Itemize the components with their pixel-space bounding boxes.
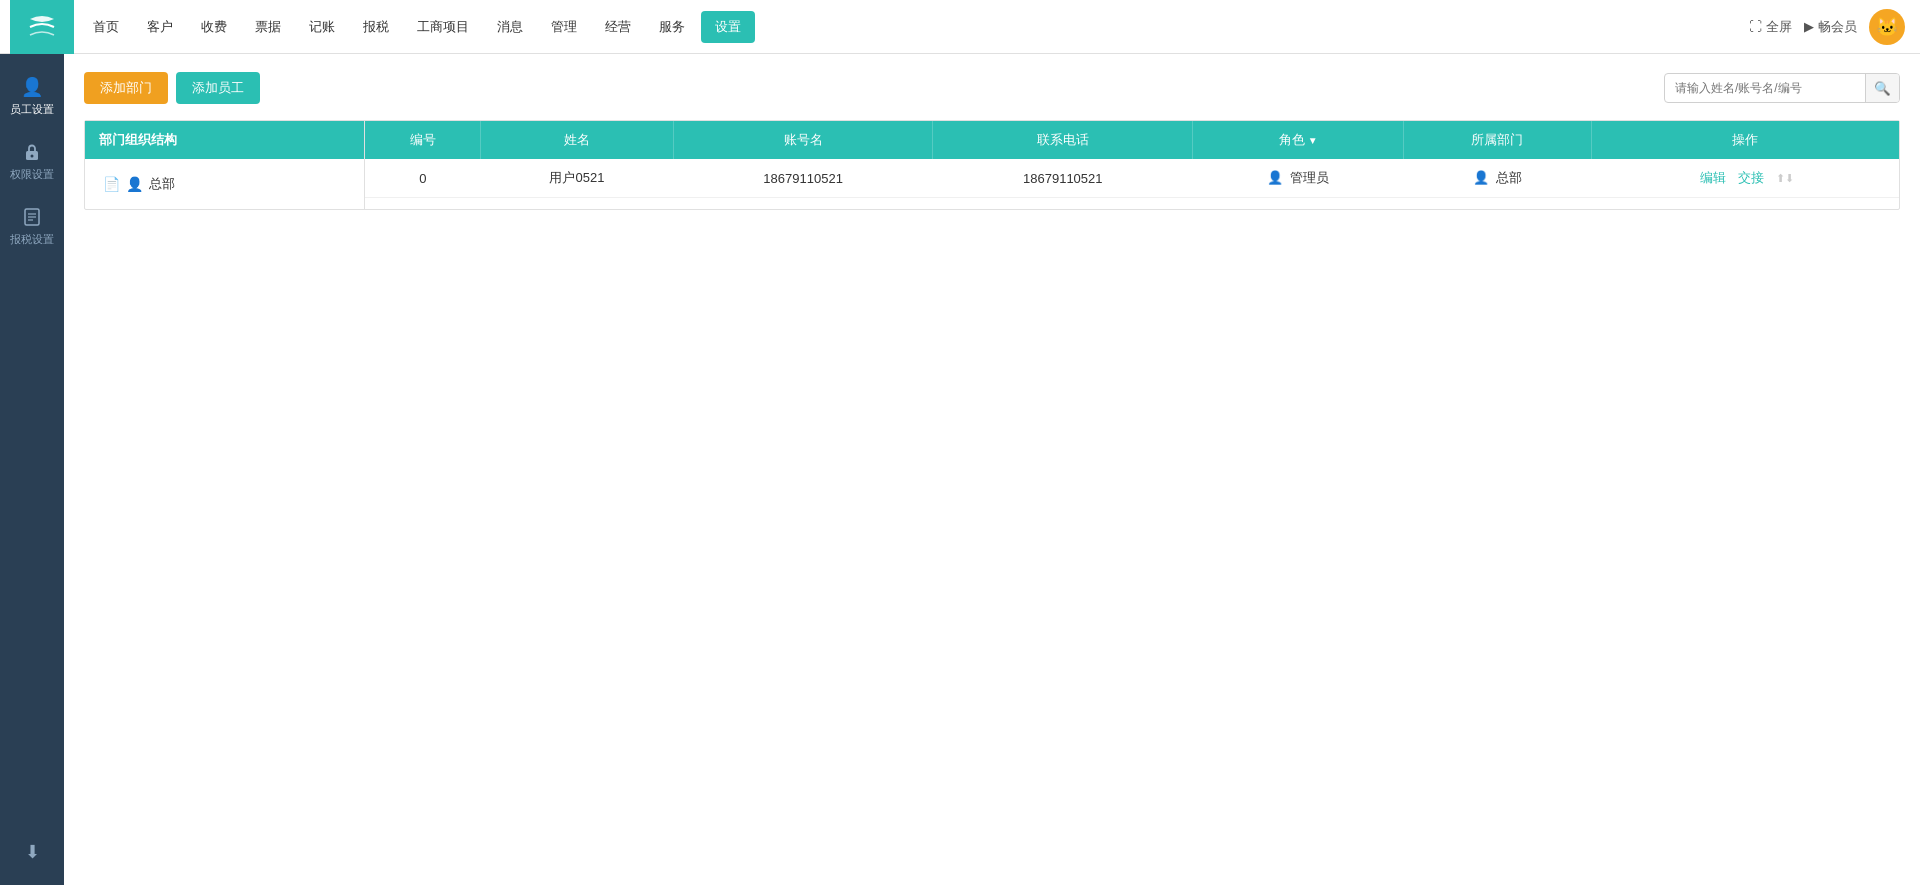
logo <box>10 0 74 54</box>
cell-role: 👤 管理员 <box>1193 159 1404 198</box>
dept-role-icon: 👤 <box>1473 170 1489 185</box>
cell-phone: 18679110521 <box>933 159 1193 198</box>
sidebar-bottom: ⬇ <box>0 829 64 875</box>
sidebar-permission-label: 权限设置 <box>10 167 54 182</box>
member-btn[interactable]: ▶ 畅会员 <box>1804 18 1857 36</box>
dept-tree-body: 📄 👤 总部 <box>85 159 364 209</box>
dept-tree: 部门组织结构 📄 👤 总部 <box>85 121 365 209</box>
col-account: 账号名 <box>673 121 933 159</box>
dept-name-general: 总部 <box>149 175 175 193</box>
table-header-row: 编号 姓名 账号名 联系电话 角色 ▼ 所属部门 操作 <box>365 121 1899 159</box>
top-nav: 首页 客户 收费 票据 记账 报税 工商项目 消息 管理 经营 服务 设置 ⛶ … <box>0 0 1920 54</box>
sidebar-download-btn[interactable]: ⬇ <box>0 829 64 875</box>
col-phone: 联系电话 <box>933 121 1193 159</box>
row-scroll-arrows: ⬆⬇ <box>1776 172 1794 184</box>
table-row: 0 用户0521 18679110521 18679110521 👤 管理员 👤… <box>365 159 1899 198</box>
nav-fee[interactable]: 收费 <box>187 0 241 53</box>
toolbar: 添加部门 添加员工 🔍 <box>84 72 1900 104</box>
nav-settings[interactable]: 设置 <box>701 11 755 43</box>
sidebar-taxsettings-label: 报税设置 <box>10 232 54 247</box>
member-icon: ▶ <box>1804 19 1814 34</box>
add-emp-button[interactable]: 添加员工 <box>176 72 260 104</box>
nav-right: ⛶ 全屏 ▶ 畅会员 🐱 <box>1749 9 1920 45</box>
avatar[interactable]: 🐱 <box>1869 9 1905 45</box>
col-dept: 所属部门 <box>1404 121 1592 159</box>
fullscreen-btn[interactable]: ⛶ 全屏 <box>1749 18 1792 36</box>
cell-id: 0 <box>365 159 481 198</box>
search-icon: 🔍 <box>1874 81 1891 96</box>
sidebar-item-employee[interactable]: 👤 员工设置 <box>0 64 64 129</box>
sidebar: 👤 员工设置 权限设置 报税设置 <box>0 54 64 885</box>
filter-icon: ▼ <box>1308 135 1318 146</box>
search-bar: 🔍 <box>1664 73 1900 103</box>
col-id: 编号 <box>365 121 481 159</box>
nav-tax[interactable]: 报税 <box>349 0 403 53</box>
sidebar-item-taxsettings[interactable]: 报税设置 <box>0 194 64 259</box>
search-input[interactable] <box>1665 81 1865 95</box>
nav-service[interactable]: 服务 <box>645 0 699 53</box>
col-ops: 操作 <box>1591 121 1899 159</box>
dept-user-icon: 👤 <box>126 176 143 192</box>
dept-item-general[interactable]: 📄 👤 总部 <box>99 169 350 199</box>
edit-link[interactable]: 编辑 <box>1700 170 1726 185</box>
col-name: 姓名 <box>481 121 674 159</box>
sidebar-item-permission[interactable]: 权限设置 <box>0 129 64 194</box>
fullscreen-label: 全屏 <box>1766 18 1792 36</box>
content-area: 添加部门 添加员工 🔍 部门组织结构 📄 👤 总部 <box>64 54 1920 885</box>
search-button[interactable]: 🔍 <box>1865 74 1899 102</box>
two-col-layout: 部门组织结构 📄 👤 总部 编号 姓名 账号名 <box>84 120 1900 210</box>
fullscreen-icon: ⛶ <box>1749 19 1762 34</box>
file-icon: 📄 <box>103 176 120 192</box>
nav-accounting[interactable]: 记账 <box>295 0 349 53</box>
role-icon: 👤 <box>1267 170 1283 185</box>
col-role[interactable]: 角色 ▼ <box>1193 121 1404 159</box>
nav-message[interactable]: 消息 <box>483 0 537 53</box>
tax-settings-icon <box>21 206 43 228</box>
transfer-link[interactable]: 交接 <box>1738 170 1764 185</box>
cell-dept: 👤 总部 <box>1404 159 1592 198</box>
nav-biz[interactable]: 工商项目 <box>403 0 483 53</box>
cell-name: 用户0521 <box>481 159 674 198</box>
download-icon: ⬇ <box>21 841 43 863</box>
nav-invoice[interactable]: 票据 <box>241 0 295 53</box>
emp-table-wrap: 编号 姓名 账号名 联系电话 角色 ▼ 所属部门 操作 <box>365 121 1899 209</box>
nav-customer[interactable]: 客户 <box>133 0 187 53</box>
sidebar-employee-label: 员工设置 <box>10 102 54 117</box>
lock-icon <box>21 141 43 163</box>
nav-operation[interactable]: 经营 <box>591 0 645 53</box>
cell-ops: 编辑 交接 ⬆⬇ <box>1591 159 1899 198</box>
svg-point-1 <box>31 155 34 158</box>
employee-icon: 👤 <box>21 76 43 98</box>
nav-manage[interactable]: 管理 <box>537 0 591 53</box>
main-layout: 👤 员工设置 权限设置 报税设置 <box>0 54 1920 885</box>
cell-account: 18679110521 <box>673 159 933 198</box>
member-label: 畅会员 <box>1818 18 1857 36</box>
nav-home[interactable]: 首页 <box>79 0 133 53</box>
nav-items: 首页 客户 收费 票据 记账 报税 工商项目 消息 管理 经营 服务 设置 <box>79 0 1749 53</box>
dept-tree-header: 部门组织结构 <box>85 121 364 159</box>
emp-table: 编号 姓名 账号名 联系电话 角色 ▼ 所属部门 操作 <box>365 121 1899 198</box>
add-dept-button[interactable]: 添加部门 <box>84 72 168 104</box>
